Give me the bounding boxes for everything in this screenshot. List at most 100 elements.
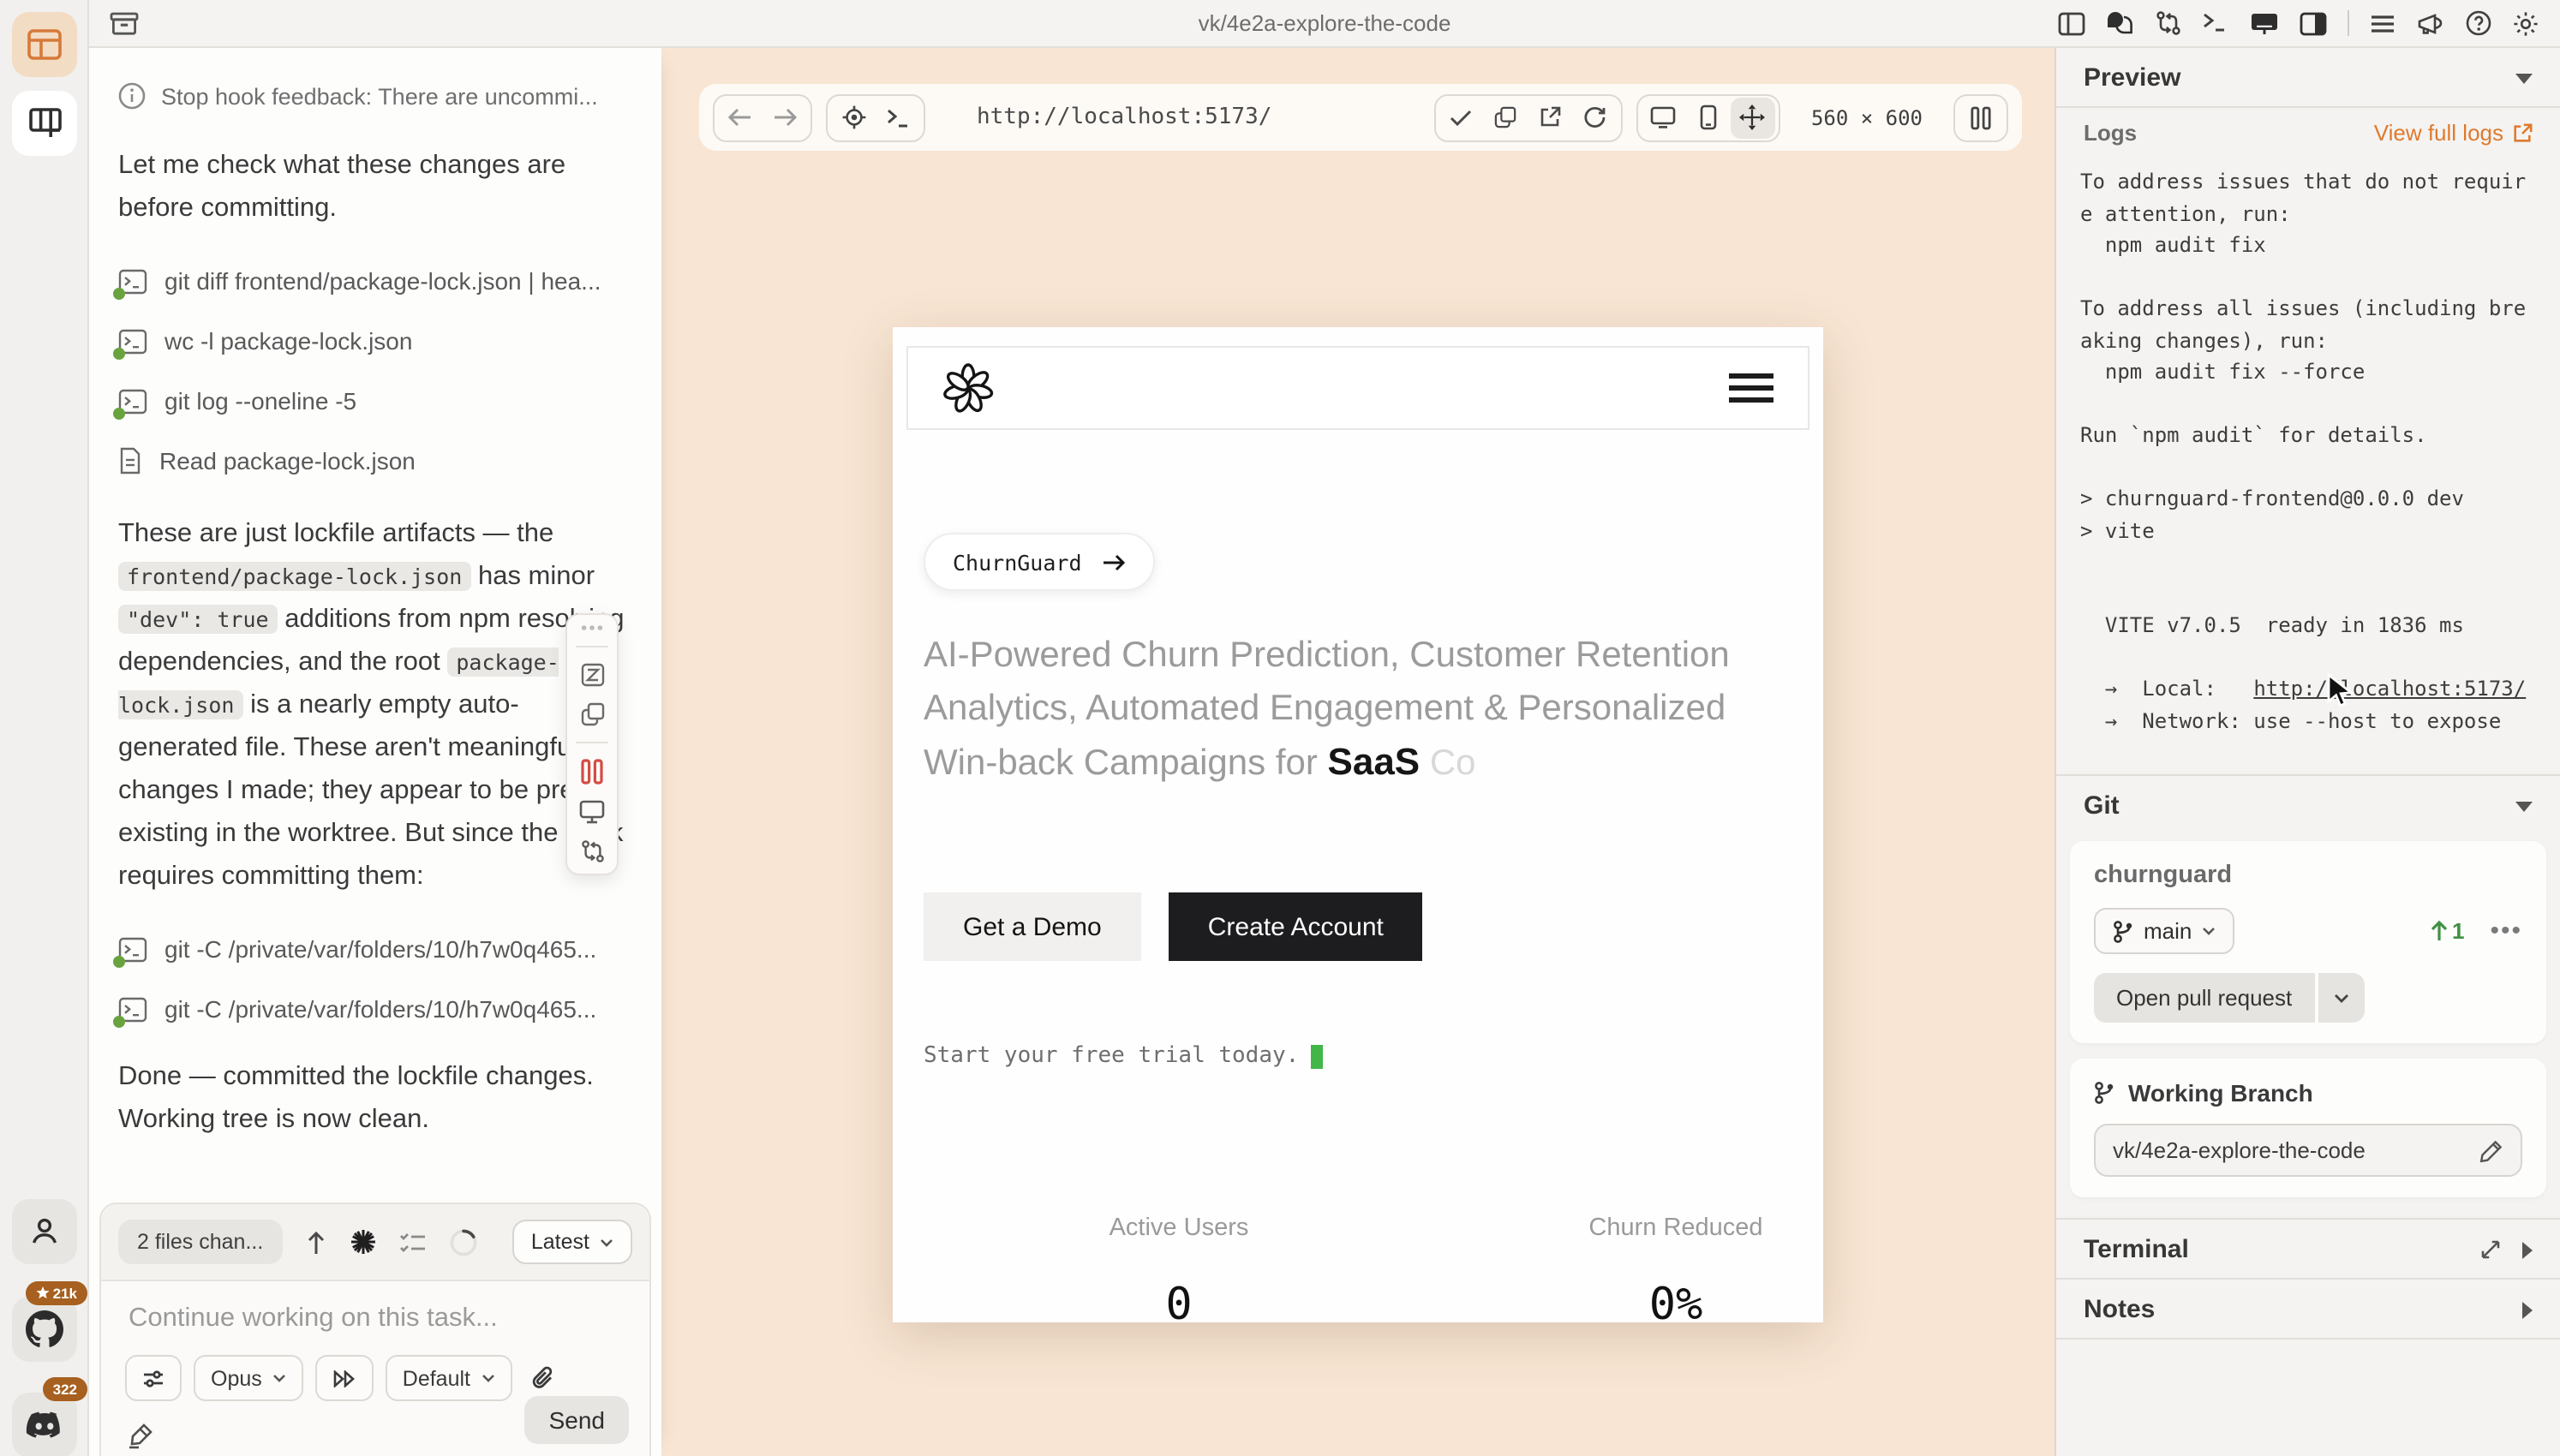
check-icon[interactable]	[1439, 97, 1484, 138]
page-nav	[906, 346, 1809, 430]
file-read-item[interactable]: Read package-lock.json	[118, 447, 631, 474]
rail-item-account[interactable]	[12, 1199, 77, 1264]
branch-dropdown[interactable]: main	[2094, 908, 2234, 954]
git-section-title: Git	[2084, 791, 2120, 820]
git-section-header[interactable]: Git	[2056, 776, 2560, 834]
stat-value: 0%	[1530, 1280, 1821, 1331]
rail-item-discord[interactable]: 322	[12, 1393, 77, 1456]
terminal-chip-icon	[118, 328, 147, 354]
success-dot	[113, 407, 125, 419]
files-changed-chip[interactable]: 2 files chan...	[118, 1220, 282, 1264]
latest-dropdown[interactable]: Latest	[512, 1220, 632, 1264]
expand-triangle-icon	[2522, 1241, 2533, 1258]
fast-forward-button[interactable]	[315, 1355, 374, 1401]
url-display[interactable]: http://localhost:5173/	[977, 104, 1271, 130]
cta-row: Get a Demo Create Account	[924, 892, 1423, 961]
flower-logo-icon[interactable]	[942, 362, 994, 414]
logs-label: Logs	[2084, 120, 2137, 146]
git-compare-icon[interactable]	[580, 839, 604, 863]
send-button[interactable]: Send	[525, 1396, 629, 1444]
open-pull-request-button[interactable]: Open pull request	[2094, 973, 2314, 1023]
get-demo-button[interactable]: Get a Demo	[924, 892, 1141, 961]
window-title: vk/4e2a-explore-the-code	[89, 10, 2560, 36]
fast-forward-icon	[332, 1369, 356, 1387]
assistant-message: Let me check what these changes are befo…	[118, 144, 631, 230]
console-button[interactable]	[876, 97, 920, 138]
refresh-icon[interactable]	[1573, 97, 1618, 138]
working-branch-title: Working Branch	[2128, 1079, 2313, 1107]
assistant-message: Done — committed the lockfile changes. W…	[118, 1055, 631, 1141]
terminal-section-title: Terminal	[2084, 1235, 2189, 1264]
preview-section-title: Preview	[2084, 63, 2180, 92]
hook-feedback-note[interactable]: Stop hook feedback: There are uncommi...	[118, 82, 631, 110]
model-dropdown[interactable]: Opus	[194, 1355, 303, 1401]
branch-row: main 1 •••	[2094, 908, 2522, 954]
pr-dropdown-segment[interactable]	[2318, 973, 2364, 1023]
success-dot	[113, 287, 125, 299]
code-block-icon[interactable]	[580, 663, 604, 687]
rail-item-board[interactable]	[12, 91, 77, 156]
rail-item-github[interactable]: 21k	[12, 1297, 77, 1362]
split-view-button[interactable]	[1959, 97, 2003, 138]
split-columns-icon[interactable]	[581, 759, 603, 785]
command-item[interactable]: git log --oneline -5	[118, 387, 631, 415]
working-branch-card: Working Branch vk/4e2a-explore-the-code	[2070, 1059, 2546, 1197]
commits-ahead[interactable]: 1	[2430, 918, 2464, 944]
open-external-icon[interactable]	[1528, 97, 1573, 138]
github-icon	[26, 1310, 63, 1348]
chevron-down-icon	[481, 1374, 494, 1382]
chevron-down-icon	[2333, 993, 2348, 1003]
free-resize-button[interactable]	[1731, 97, 1775, 138]
command-text: git -C /private/var/folders/10/h7w0q465.…	[164, 935, 596, 963]
notes-section-title: Notes	[2084, 1295, 2155, 1324]
mobile-view-button[interactable]	[1686, 97, 1731, 138]
git-branch-icon	[2113, 919, 2133, 943]
composer-input[interactable]: Continue working on this task...	[101, 1281, 649, 1334]
star-icon	[36, 1286, 50, 1300]
hamburger-menu-icon[interactable]	[1729, 367, 1773, 409]
more-options-icon[interactable]: •••	[2490, 916, 2522, 946]
arrow-right-icon	[1103, 552, 1127, 571]
command-item[interactable]: git diff frontend/package-lock.json | he…	[118, 267, 631, 295]
top-bar: vk/4e2a-explore-the-code	[89, 0, 2560, 48]
terminal-chip-icon	[118, 388, 147, 414]
attach-icon[interactable]	[530, 1364, 556, 1392]
command-item[interactable]: git -C /private/var/folders/10/h7w0q465.…	[118, 995, 631, 1023]
notes-section-header[interactable]: Notes	[2056, 1280, 2560, 1338]
burst-icon[interactable]	[349, 1228, 376, 1256]
highlighter-icon[interactable]	[127, 1422, 156, 1449]
checklist-icon[interactable]	[398, 1231, 426, 1253]
tagline: Start your free trial today.	[924, 1043, 1323, 1069]
stat-churn-reduced: Churn Reduced 0%	[1530, 1214, 1821, 1331]
copy-icon[interactable]	[1484, 97, 1528, 138]
desktop-view-button[interactable]	[1642, 97, 1686, 138]
back-button[interactable]	[718, 97, 763, 138]
settings-sliders-button[interactable]	[125, 1355, 182, 1401]
forward-button[interactable]	[763, 97, 807, 138]
stat-active-users: Active Users 0	[1033, 1214, 1325, 1331]
view-full-logs-link[interactable]: View full logs	[2374, 120, 2533, 146]
working-branch-input[interactable]: vk/4e2a-explore-the-code	[2094, 1124, 2522, 1177]
rail-item-layout-active[interactable]	[12, 12, 77, 77]
create-account-button[interactable]: Create Account	[1169, 892, 1423, 961]
command-item[interactable]: wc -l package-lock.json	[118, 327, 631, 355]
composer-controls: Opus Default	[101, 1334, 649, 1401]
command-item[interactable]: git -C /private/var/folders/10/h7w0q465.…	[118, 935, 631, 963]
log-output[interactable]: To address issues that do not requir e a…	[2080, 166, 2550, 737]
browser-toolbar: http://localhost:5173/	[699, 84, 2022, 151]
composer: 2 files chan... Latest Continue	[99, 1202, 651, 1456]
local-url-link[interactable]: http://localhost:5173/	[2253, 677, 2526, 701]
push-up-icon[interactable]	[304, 1229, 326, 1255]
document-icon	[118, 447, 142, 474]
mode-dropdown[interactable]: Default	[386, 1355, 511, 1401]
copy-icon[interactable]	[580, 702, 604, 726]
display-icon[interactable]	[579, 800, 605, 824]
terminal-section-header[interactable]: Terminal	[2056, 1220, 2560, 1278]
target-picker-button[interactable]	[831, 97, 876, 138]
more-options-icon[interactable]	[581, 625, 603, 630]
terminal-chip-icon	[118, 936, 147, 962]
brand-pill[interactable]: ChurnGuard	[924, 533, 1156, 591]
expand-icon[interactable]	[2479, 1238, 2502, 1261]
headline-highlight: SaaS	[1328, 740, 1421, 783]
preview-section-header[interactable]: Preview	[2056, 48, 2560, 106]
